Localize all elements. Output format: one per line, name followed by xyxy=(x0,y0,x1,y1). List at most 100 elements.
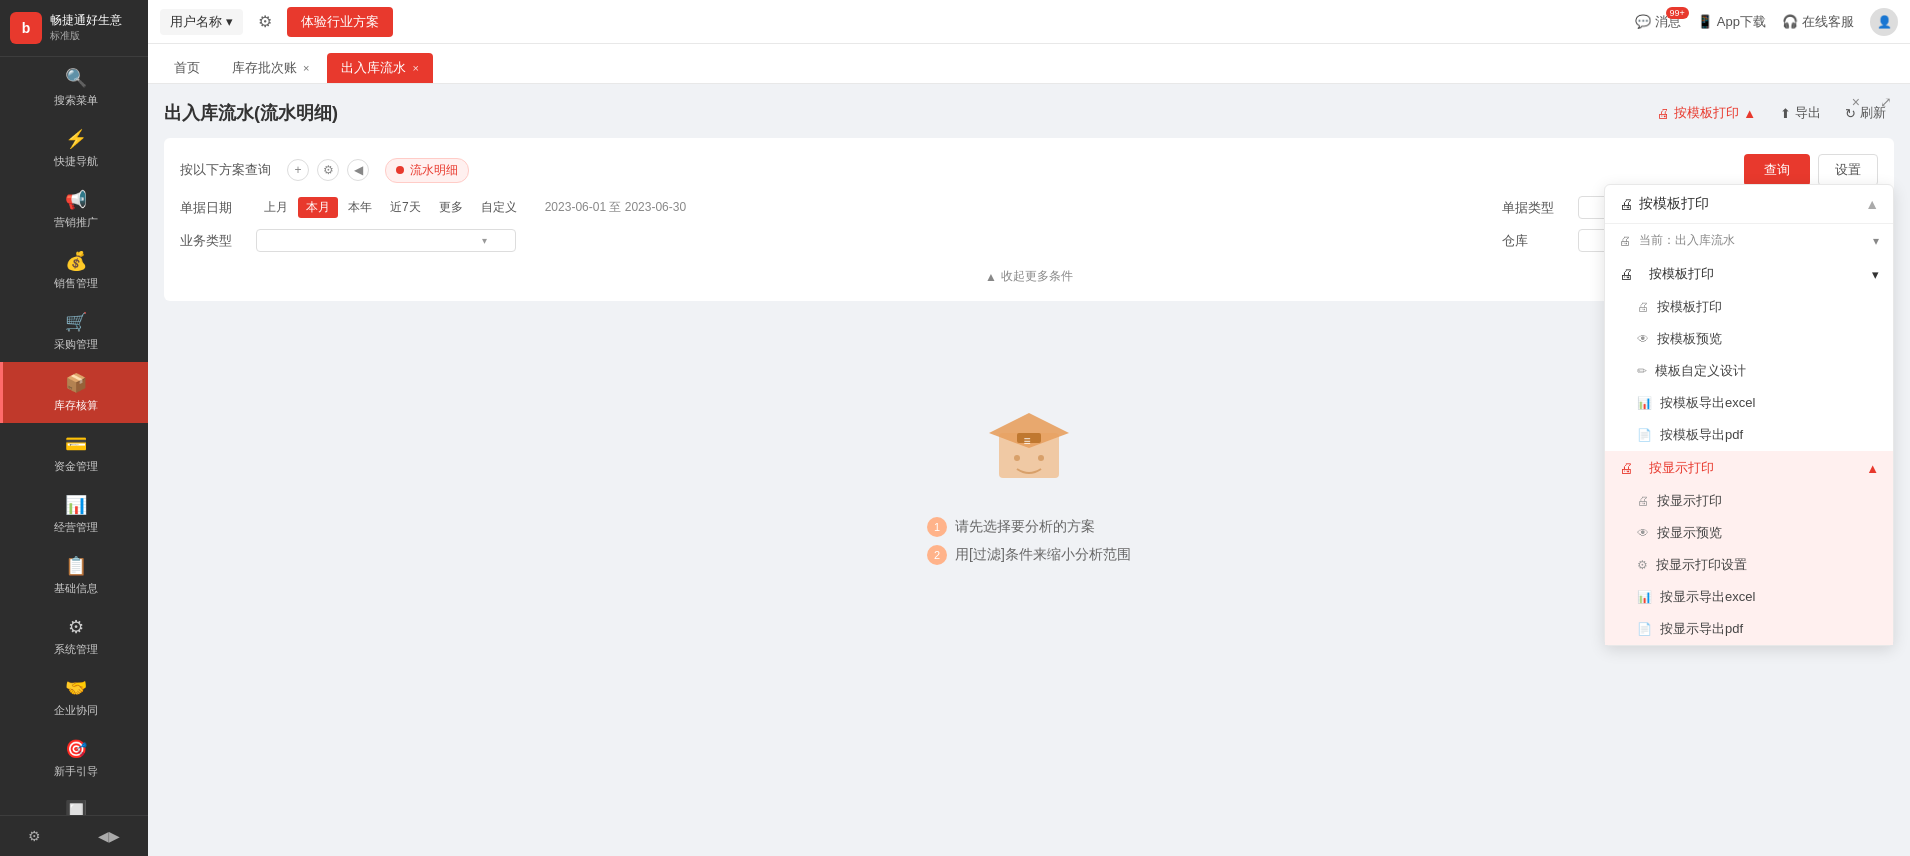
sidebar-item-quick-nav[interactable]: ⚡ 快捷导航 xyxy=(0,118,148,179)
sidebar-label-system: 系统管理 xyxy=(54,642,98,657)
close-window-btn[interactable]: × xyxy=(1846,92,1866,112)
sidebar-icon-newbie: 🎯 xyxy=(65,738,87,760)
sidebar-item-app-center[interactable]: 🔲 应用中心 xyxy=(0,789,148,815)
dp-display-preview-item[interactable]: 👁 按显示预览 xyxy=(1605,517,1893,549)
tab-home[interactable]: 首页 xyxy=(160,53,214,83)
sidebar-settings-btn[interactable]: ⚙ xyxy=(28,828,41,844)
page-header: 出入库流水(流水明细) 🖨 按模板打印 ▲ ⬆ 导出 ↻ 刷新 xyxy=(164,100,1894,126)
dp-display-pdf-item[interactable]: 📄 按显示导出pdf xyxy=(1605,613,1893,645)
sidebar-label-operations: 经营管理 xyxy=(54,520,98,535)
online-service-label: 在线客服 xyxy=(1802,13,1854,31)
sidebar-icon-purchase: 🛒 xyxy=(65,311,87,333)
business-type-select[interactable]: ▾ xyxy=(256,229,516,252)
sidebar-item-search-menu[interactable]: 🔍 搜索菜单 xyxy=(0,57,148,118)
dp-dpv-label: 按显示预览 xyxy=(1657,524,1722,542)
sidebar-icon-operations: 📊 xyxy=(65,494,87,516)
sidebar-item-sales[interactable]: 💰 销售管理 xyxy=(0,240,148,301)
set-button[interactable]: 设置 xyxy=(1818,154,1878,186)
date-shortcuts: 上月 本月 本年 近7天 更多 自定义 xyxy=(256,197,525,218)
dp-display-section-title[interactable]: 🖨 按显示打印 ▲ xyxy=(1605,451,1893,485)
sidebar-icon-app-center: 🔲 xyxy=(65,799,87,815)
filter-collapse-btn[interactable]: ◀ xyxy=(347,159,369,181)
sidebar-item-basic-info[interactable]: 📋 基础信息 xyxy=(0,545,148,606)
dp-scroll-up-icon[interactable]: ▲ xyxy=(1865,196,1879,212)
online-service-btn[interactable]: 🎧 在线客服 xyxy=(1782,13,1854,31)
sidebar-label-sales: 销售管理 xyxy=(54,276,98,291)
dp-de-label: 按显示导出excel xyxy=(1660,588,1755,606)
svg-point-4 xyxy=(1014,455,1020,461)
header-gear-btn[interactable]: ⚙ xyxy=(251,8,279,36)
logo-text-block: 畅捷通好生意 标准版 xyxy=(50,13,122,43)
dp-display-excel-item[interactable]: 📊 按显示导出excel xyxy=(1605,581,1893,613)
dp-template-section-label: 按模板打印 xyxy=(1649,265,1714,283)
add-filter-btn[interactable]: + xyxy=(287,159,309,181)
sidebar-item-operations[interactable]: 📊 经营管理 xyxy=(0,484,148,545)
sidebar-icon-system: ⚙ xyxy=(68,616,84,638)
tab-inventory-flow-close[interactable]: × xyxy=(412,62,418,74)
business-type-arrow: ▾ xyxy=(482,235,487,246)
sidebar-icon-search-menu: 🔍 xyxy=(65,67,87,89)
messages-btn[interactable]: 💬 消息 99+ xyxy=(1635,13,1681,31)
date-label: 单据日期 xyxy=(180,199,240,217)
sidebar-icon-basic-info: 📋 xyxy=(65,555,87,577)
tab-home-label: 首页 xyxy=(174,59,200,77)
user-avatar[interactable]: 👤 xyxy=(1870,8,1898,36)
svg-point-5 xyxy=(1038,455,1044,461)
tab-batch-account-close[interactable]: × xyxy=(303,62,309,74)
dp-dp-label: 按显示打印 xyxy=(1657,492,1722,510)
dp-display-settings-item[interactable]: ⚙ 按显示打印设置 xyxy=(1605,549,1893,581)
sidebar-label-marketing: 营销推广 xyxy=(54,215,98,230)
dp-current-arrow: ▾ xyxy=(1873,234,1879,248)
dp-dp2-icon: 📄 xyxy=(1637,622,1652,636)
date-btn-7days[interactable]: 近7天 xyxy=(382,197,429,218)
filter-settings-btn[interactable]: ⚙ xyxy=(317,159,339,181)
date-btn-current-year[interactable]: 本年 xyxy=(340,197,380,218)
dp-template-design-item[interactable]: ✏ 模板自定义设计 xyxy=(1605,355,1893,387)
export-btn[interactable]: ⬆ 导出 xyxy=(1772,100,1829,126)
user-selector[interactable]: 用户名称 ▾ xyxy=(160,9,243,35)
sidebar-collapse-btn[interactable]: ◀▶ xyxy=(98,828,120,844)
user-selector-text: 用户名称 xyxy=(170,13,222,31)
download-icon: 📱 xyxy=(1697,14,1713,29)
date-btn-custom[interactable]: 自定义 xyxy=(473,197,525,218)
date-btn-current-month[interactable]: 本月 xyxy=(298,197,338,218)
tab-batch-account[interactable]: 库存批次账 × xyxy=(218,53,323,83)
sidebar-item-inventory[interactable]: 📦 库存核算 xyxy=(0,362,148,423)
dp-dp2-label: 按显示导出pdf xyxy=(1660,620,1743,638)
sidebar-item-finance[interactable]: 💳 资金管理 xyxy=(0,423,148,484)
empty-step-1: 1 请先选择要分析的方案 xyxy=(927,517,1131,537)
sidebar-item-marketing[interactable]: 📢 营销推广 xyxy=(0,179,148,240)
dp-template-excel-item[interactable]: 📊 按模板导出excel xyxy=(1605,387,1893,419)
sidebar-icon-inventory: 📦 xyxy=(65,372,87,394)
dp-template-section[interactable]: 🖨 按模板打印 ▾ xyxy=(1605,257,1893,291)
sidebar-bottom: ⚙ ◀▶ xyxy=(0,815,148,856)
dp-template-print-item[interactable]: 🖨 按模板打印 xyxy=(1605,291,1893,323)
message-icon: 💬 xyxy=(1635,14,1651,29)
sidebar-item-purchase[interactable]: 🛒 采购管理 xyxy=(0,301,148,362)
dp-dpv-icon: 👁 xyxy=(1637,526,1649,540)
maximize-window-btn[interactable]: ⤢ xyxy=(1874,92,1898,112)
sidebar-item-enterprise[interactable]: 🤝 企业协同 xyxy=(0,667,148,728)
query-button[interactable]: 查询 xyxy=(1744,154,1810,186)
date-btn-more[interactable]: 更多 xyxy=(431,197,471,218)
sidebar-item-newbie[interactable]: 🎯 新手引导 xyxy=(0,728,148,789)
sidebar-scroll: 🔍 搜索菜单 ⚡ 快捷导航 📢 营销推广 💰 销售管理 🛒 采购管理 📦 库存核… xyxy=(0,57,148,815)
collapse-more-label: 收起更多条件 xyxy=(1001,268,1073,285)
industry-btn[interactable]: 体验行业方案 xyxy=(287,7,393,37)
sidebar-icon-sales: 💰 xyxy=(65,250,87,272)
app-download-btn[interactable]: 📱 App下载 xyxy=(1697,13,1766,31)
tab-inventory-flow[interactable]: 出入库流水 × xyxy=(327,53,432,83)
dp-template-pdf-item[interactable]: 📄 按模板导出pdf xyxy=(1605,419,1893,451)
chevron-down-icon: ▾ xyxy=(226,14,233,29)
dp-template-preview-item[interactable]: 👁 按模板预览 xyxy=(1605,323,1893,355)
avatar-icon: 👤 xyxy=(1877,15,1892,29)
sidebar-label-search-menu: 搜索菜单 xyxy=(54,93,98,108)
sidebar-item-system[interactable]: ⚙ 系统管理 xyxy=(0,606,148,667)
dp-td-icon: ✏ xyxy=(1637,364,1647,378)
dp-scroll: 🖨 按模板打印 ▲ 🖨 当前：出入库流水 ▾ 🖨 按模板打印 xyxy=(1605,185,1893,645)
dp-de-icon: 📊 xyxy=(1637,590,1652,604)
template-print-btn[interactable]: 🖨 按模板打印 ▲ xyxy=(1649,100,1764,126)
sidebar-icon-finance: 💳 xyxy=(65,433,87,455)
dp-display-print-item[interactable]: 🖨 按显示打印 xyxy=(1605,485,1893,517)
date-btn-last-month[interactable]: 上月 xyxy=(256,197,296,218)
